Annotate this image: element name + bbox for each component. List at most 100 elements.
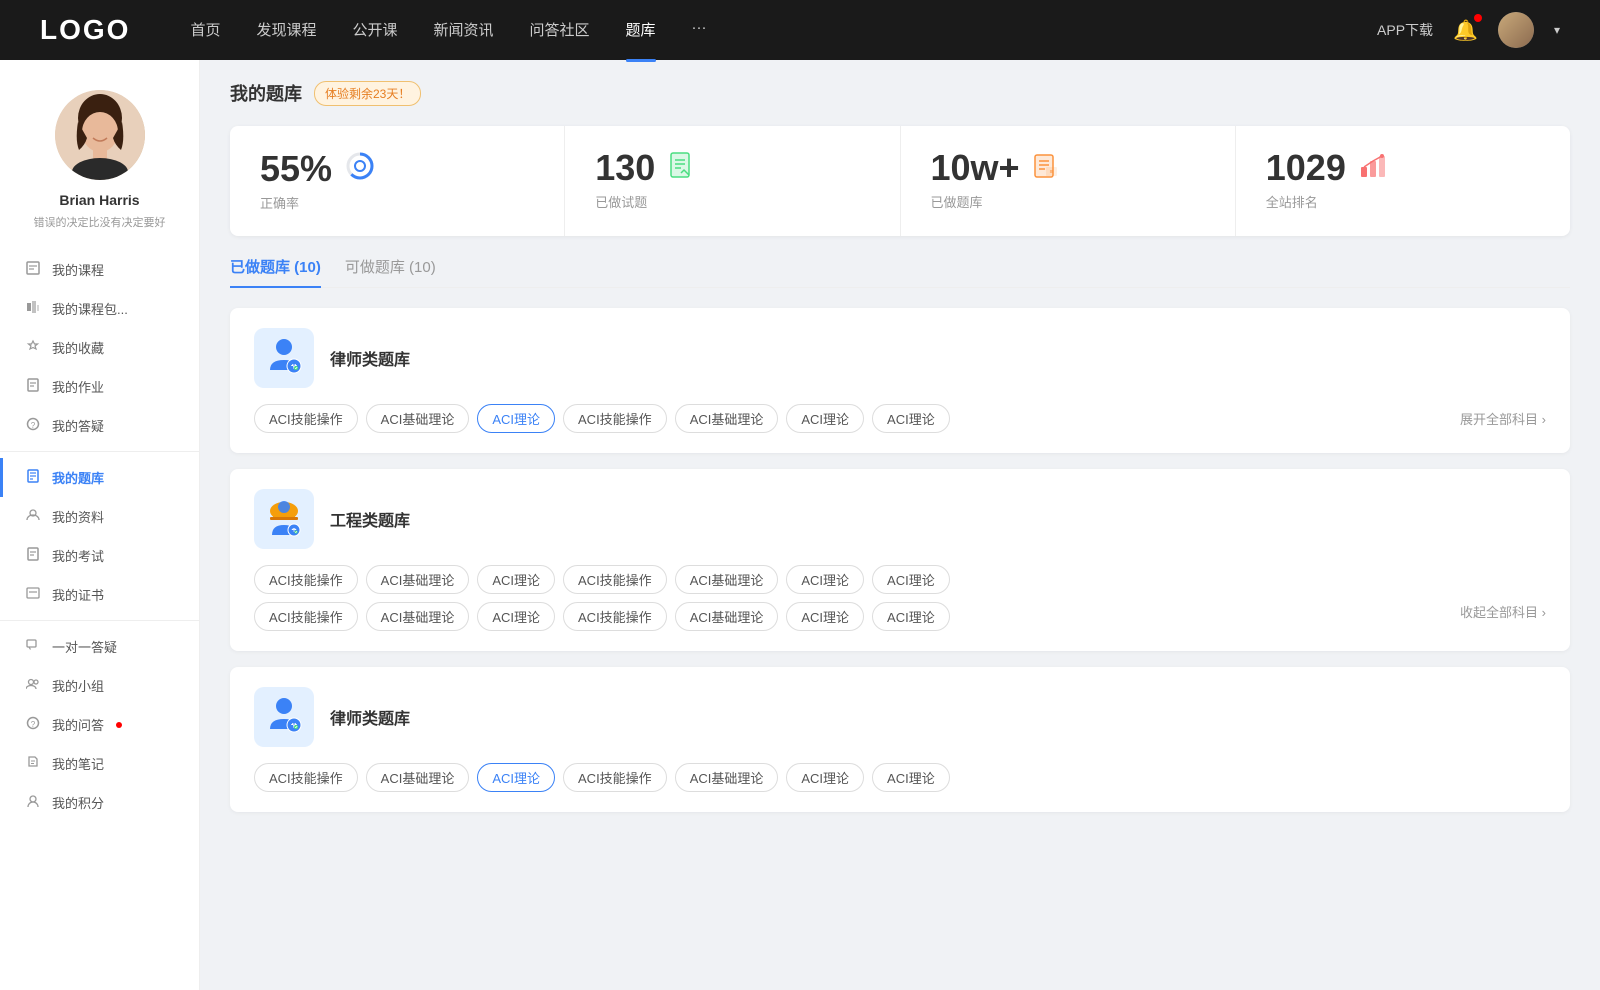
l2-tag-4[interactable]: ACI基础理论 xyxy=(675,763,779,792)
tag-5[interactable]: ACI理论 xyxy=(786,404,864,433)
tag-0[interactable]: ACI技能操作 xyxy=(254,404,358,433)
qbank-header-lawyer-2: 律师类题库 xyxy=(254,687,1546,747)
nav-item-qa[interactable]: 问答社区 xyxy=(530,19,590,42)
group-icon xyxy=(24,677,42,694)
sidebar-item-favorite[interactable]: 我的收藏 xyxy=(0,328,199,367)
avatar-image xyxy=(1498,12,1534,48)
qbank-icon-lawyer-2 xyxy=(254,687,314,747)
user-avatar xyxy=(55,90,145,180)
tag-2-active[interactable]: ACI理论 xyxy=(477,404,555,433)
nav-menu: 首页 发现课程 公开课 新闻资讯 问答社区 题库 ··· xyxy=(190,19,1377,42)
eng-tag-r2-1[interactable]: ACI基础理论 xyxy=(366,602,470,631)
eng-tag-r2-3[interactable]: ACI技能操作 xyxy=(563,602,667,631)
nav-item-qbank[interactable]: 题库 xyxy=(626,19,656,42)
qbank-icon xyxy=(24,469,42,486)
eng-tag-r2-2[interactable]: ACI理论 xyxy=(477,602,555,631)
trial-badge: 体验剩余23天！ xyxy=(314,81,421,106)
sidebar-item-points[interactable]: 我的积分 xyxy=(0,783,199,822)
sidebar-item-course-pkg[interactable]: 我的课程包... xyxy=(0,289,199,328)
tag-6[interactable]: ACI理论 xyxy=(872,404,950,433)
sidebar-item-qbank[interactable]: 我的题库 xyxy=(0,458,199,497)
eng-tag-r1-4[interactable]: ACI基础理论 xyxy=(675,565,779,594)
qbank-lawyer-2-info: 律师类题库 xyxy=(330,705,410,729)
eng-tag-r2-6[interactable]: ACI理论 xyxy=(872,602,950,631)
user-avatar-nav[interactable] xyxy=(1498,12,1534,48)
stat-banks-label: 已做题库 xyxy=(931,192,1205,211)
qbank-header-lawyer-1: 律师类题库 xyxy=(254,328,1546,388)
l2-tag-1[interactable]: ACI基础理论 xyxy=(366,763,470,792)
stat-accuracy-label: 正确率 xyxy=(260,193,534,212)
stat-questions-label: 已做试题 xyxy=(595,192,869,211)
user-name: Brian Harris xyxy=(59,192,139,208)
stat-rank-label: 全站排名 xyxy=(1266,192,1540,211)
eng-tag-r1-1[interactable]: ACI基础理论 xyxy=(366,565,470,594)
notification-bell[interactable]: 🔔 xyxy=(1453,18,1478,43)
sidebar-item-profile[interactable]: 我的资料 xyxy=(0,497,199,536)
notification-badge xyxy=(1474,14,1482,22)
myqa-icon: ? xyxy=(24,716,42,733)
tab-available[interactable]: 可做题库 (10) xyxy=(345,256,436,287)
sidebar-label-oneone: 一对一答疑 xyxy=(52,637,117,656)
sidebar-item-myqa[interactable]: ? 我的问答 xyxy=(0,705,199,744)
l2-tag-2-active[interactable]: ACI理论 xyxy=(477,763,555,792)
qbank-tags-lawyer-1: ACI技能操作 ACI基础理论 ACI理论 ACI技能操作 ACI基础理论 AC… xyxy=(254,404,1546,433)
sidebar-item-homework[interactable]: 我的作业 xyxy=(0,367,199,406)
l2-tag-3[interactable]: ACI技能操作 xyxy=(563,763,667,792)
eng-tag-r2-4[interactable]: ACI基础理论 xyxy=(675,602,779,631)
eng-tag-r1-0[interactable]: ACI技能操作 xyxy=(254,565,358,594)
stats-row: 55% 正确率 130 xyxy=(230,126,1570,236)
eng-tag-r1-5[interactable]: ACI理论 xyxy=(786,565,864,594)
sidebar-label-exam: 我的考试 xyxy=(52,546,104,565)
stat-questions-top: 130 xyxy=(595,150,869,186)
banks-doc-icon: ≡ xyxy=(1032,151,1062,186)
nav-item-home[interactable]: 首页 xyxy=(190,19,220,42)
sidebar-item-qa[interactable]: ? 我的答疑 xyxy=(0,406,199,445)
page-header: 我的题库 体验剩余23天！ xyxy=(230,80,1570,106)
sidebar-label-profile: 我的资料 xyxy=(52,507,104,526)
sidebar-item-oneone[interactable]: 一对一答疑 xyxy=(0,627,199,666)
nav-item-more[interactable]: ··· xyxy=(692,19,707,42)
l2-tag-0[interactable]: ACI技能操作 xyxy=(254,763,358,792)
course-icon xyxy=(24,261,42,278)
tag-1[interactable]: ACI基础理论 xyxy=(366,404,470,433)
tab-done[interactable]: 已做题库 (10) xyxy=(230,256,321,287)
main-layout: Brian Harris 错误的决定比没有决定要好 我的课程 我的课程包... xyxy=(0,60,1600,990)
user-menu-chevron[interactable]: ▾ xyxy=(1554,23,1560,37)
profile-icon xyxy=(24,508,42,525)
sidebar-item-cert[interactable]: 我的证书 xyxy=(0,575,199,614)
tag-4[interactable]: ACI基础理论 xyxy=(675,404,779,433)
sidebar-item-course[interactable]: 我的课程 xyxy=(0,250,199,289)
qbank-header-engineer: 工程类题库 xyxy=(254,489,1546,549)
eng-tag-r2-5[interactable]: ACI理论 xyxy=(786,602,864,631)
nav-item-discover[interactable]: 发现课程 xyxy=(256,19,316,42)
course-pkg-icon xyxy=(24,300,42,317)
eng-tag-r1-2[interactable]: ACI理论 xyxy=(477,565,555,594)
collapse-link-engineer[interactable]: 收起全部科目 › xyxy=(1460,602,1546,631)
expand-link-lawyer-1[interactable]: 展开全部科目 › xyxy=(1460,409,1546,428)
eng-tag-r1-3[interactable]: ACI技能操作 xyxy=(563,565,667,594)
app-download-link[interactable]: APP下载 xyxy=(1377,20,1433,40)
qbank-tags-engineer-row2: ACI技能操作 ACI基础理论 ACI理论 ACI技能操作 ACI基础理论 AC… xyxy=(254,602,1546,631)
l2-tag-5[interactable]: ACI理论 xyxy=(786,763,864,792)
l2-tag-6[interactable]: ACI理论 xyxy=(872,763,950,792)
logo[interactable]: LOGO xyxy=(40,14,130,46)
stat-banks-number: 10w+ xyxy=(931,150,1020,186)
sidebar-item-note[interactable]: 我的笔记 xyxy=(0,744,199,783)
sidebar-item-exam[interactable]: 我的考试 xyxy=(0,536,199,575)
eng-tag-r2-0[interactable]: ACI技能操作 xyxy=(254,602,358,631)
qbank-card-lawyer-2: 律师类题库 ACI技能操作 ACI基础理论 ACI理论 ACI技能操作 ACI基… xyxy=(230,667,1570,812)
rank-chart-icon xyxy=(1358,151,1388,186)
accuracy-ring-icon xyxy=(344,150,376,187)
nav-item-news[interactable]: 新闻资讯 xyxy=(434,19,494,42)
stat-accuracy-number: 55% xyxy=(260,151,332,187)
cert-icon xyxy=(24,586,42,603)
qbank-icon-lawyer-1 xyxy=(254,328,314,388)
eng-tag-r1-6[interactable]: ACI理论 xyxy=(872,565,950,594)
nav-item-open[interactable]: 公开课 xyxy=(352,19,397,42)
sidebar-label-group: 我的小组 xyxy=(52,676,104,695)
tag-3[interactable]: ACI技能操作 xyxy=(563,404,667,433)
stat-banks-top: 10w+ ≡ xyxy=(931,150,1205,186)
sidebar-label-course-pkg: 我的课程包... xyxy=(52,299,128,318)
sidebar-item-group[interactable]: 我的小组 xyxy=(0,666,199,705)
stat-accuracy: 55% 正确率 xyxy=(230,126,565,236)
